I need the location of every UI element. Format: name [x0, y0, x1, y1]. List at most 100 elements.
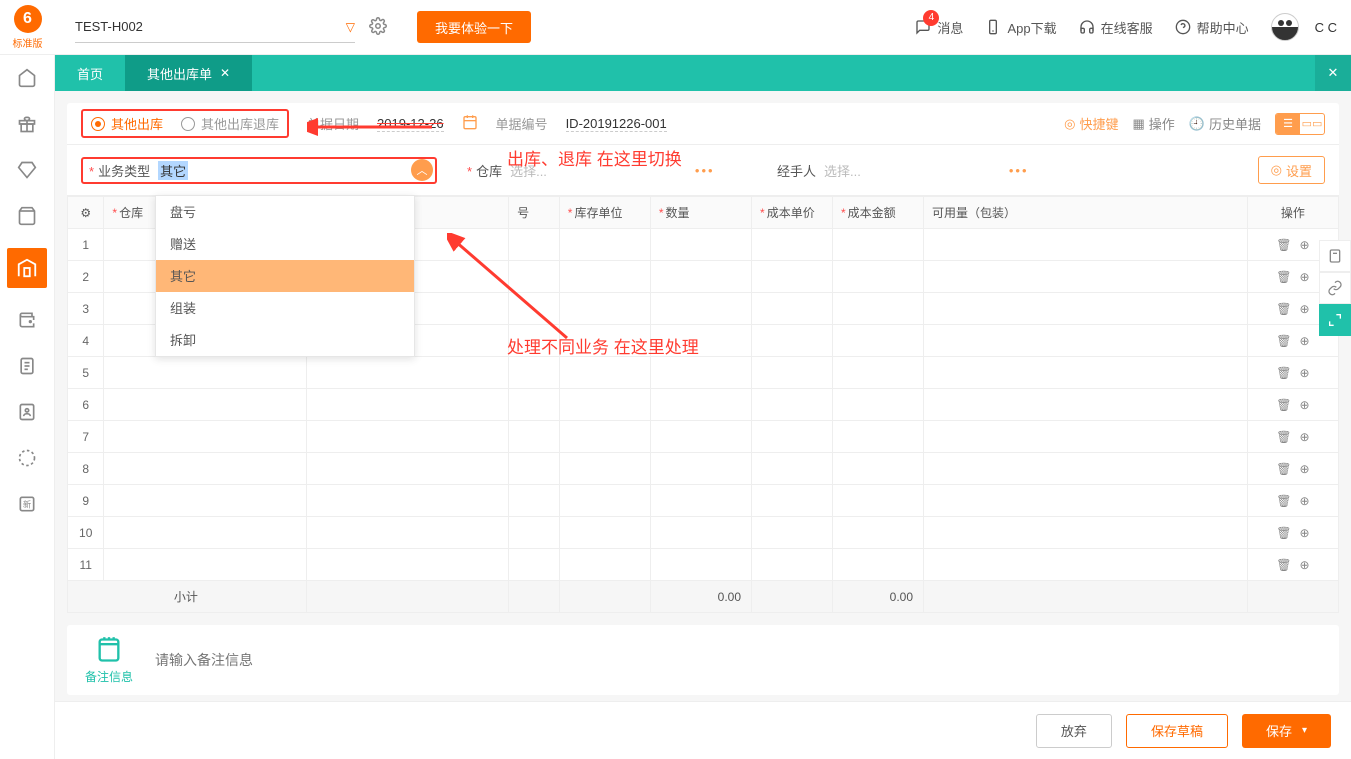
- table-row[interactable]: 10 🗑 ⊕: [68, 517, 1339, 549]
- row-number: 10: [68, 517, 104, 549]
- more-icon[interactable]: •••: [1009, 163, 1029, 178]
- svg-text:新: 新: [23, 499, 31, 509]
- brand-glyph: 6: [14, 5, 42, 33]
- new-icon[interactable]: 新: [16, 493, 38, 515]
- close-all-tabs[interactable]: ✕: [1315, 55, 1351, 91]
- add-row-icon[interactable]: ⊕: [1300, 270, 1310, 284]
- warehouse-icon[interactable]: [7, 248, 47, 288]
- delete-icon[interactable]: 🗑: [1276, 366, 1291, 380]
- radio-outbound[interactable]: 其他出库: [91, 114, 163, 133]
- messages-label: 消息: [937, 18, 963, 37]
- doc-no-value: ID-20191226-001: [566, 116, 667, 132]
- tenant-selector[interactable]: TEST-H002 ▽: [75, 11, 355, 43]
- dropdown-item[interactable]: 组装: [156, 292, 414, 324]
- add-row-icon[interactable]: ⊕: [1300, 462, 1310, 476]
- add-row-icon[interactable]: ⊕: [1300, 302, 1310, 316]
- delete-icon[interactable]: 🗑: [1276, 558, 1291, 572]
- subtotal-label: 小计: [68, 581, 307, 613]
- calendar-icon[interactable]: [462, 114, 478, 133]
- more-icon[interactable]: •••: [695, 163, 715, 178]
- table-row[interactable]: 7🗑⊕: [68, 421, 1339, 453]
- right-float-tools: [1319, 240, 1351, 336]
- footer-actions: 放弃 保存草稿 保存▾: [55, 701, 1351, 759]
- biz-type-value[interactable]: 其它: [158, 161, 188, 180]
- table-row[interactable]: 6🗑⊕: [68, 389, 1339, 421]
- discard-button[interactable]: 放弃: [1036, 714, 1112, 748]
- delete-icon[interactable]: 🗑: [1276, 430, 1291, 444]
- delete-icon[interactable]: 🗑: [1276, 398, 1291, 412]
- experience-button[interactable]: 我要体验一下: [417, 11, 531, 43]
- add-row-icon[interactable]: ⊕: [1300, 526, 1310, 540]
- online-service-link[interactable]: 在线客服: [1079, 18, 1153, 37]
- note-icon[interactable]: [1319, 240, 1351, 272]
- biz-type-filter: 业务类型 其它 ︿ 盘亏 赠送 其它 组装 拆卸: [81, 157, 437, 184]
- close-icon[interactable]: ✕: [220, 66, 230, 80]
- cycle-icon[interactable]: [16, 447, 38, 469]
- delete-icon[interactable]: 🗑: [1276, 494, 1291, 508]
- table-row[interactable]: 9🗑⊕: [68, 485, 1339, 517]
- row-actions: 🗑⊕: [1247, 453, 1338, 485]
- add-row-icon[interactable]: ⊕: [1300, 366, 1310, 380]
- gift-icon[interactable]: [16, 113, 38, 135]
- handler-filter[interactable]: 经手人 选择... •••: [777, 161, 1057, 180]
- table-row[interactable]: 11 🗑 ⊕: [68, 549, 1339, 581]
- tab-home[interactable]: 首页: [55, 55, 125, 91]
- doc-date-value[interactable]: 2019-12-26: [377, 116, 444, 132]
- header-actions: ◎ 快捷键 ▦ 操作 🕘 历史单据 ☰ ▭▭: [1064, 113, 1325, 135]
- dropdown-item[interactable]: 盘亏: [156, 196, 414, 228]
- tab-active-label: 其他出库单: [147, 64, 212, 83]
- shortcut-link[interactable]: ◎ 快捷键: [1064, 114, 1118, 133]
- delete-icon[interactable]: 🗑: [1276, 302, 1291, 316]
- dropdown-item[interactable]: 拆卸: [156, 324, 414, 356]
- help-center-label: 帮助中心: [1197, 18, 1249, 37]
- add-row-icon[interactable]: ⊕: [1300, 238, 1310, 252]
- settings-icon[interactable]: [369, 17, 387, 38]
- operate-link[interactable]: ▦ 操作: [1132, 114, 1174, 133]
- doc-type-radios: 其他出库 其他出库退库: [81, 109, 289, 138]
- delete-icon[interactable]: 🗑: [1276, 238, 1291, 252]
- money-icon[interactable]: [16, 309, 38, 331]
- table-row[interactable]: 8🗑⊕: [68, 453, 1339, 485]
- expand-icon[interactable]: [1319, 304, 1351, 336]
- radio-return[interactable]: 其他出库退库: [181, 114, 279, 133]
- row-actions: 🗑⊕: [1247, 389, 1338, 421]
- row-number: 11: [68, 549, 104, 581]
- messages-link[interactable]: 4 消息: [915, 18, 963, 37]
- delete-icon[interactable]: 🗑: [1276, 526, 1291, 540]
- column-settings-icon[interactable]: ⚙: [68, 197, 104, 229]
- add-row-icon[interactable]: ⊕: [1300, 430, 1310, 444]
- doc-no-label: 单据编号: [496, 114, 548, 133]
- view-switch[interactable]: ☰ ▭▭: [1275, 113, 1325, 135]
- save-button[interactable]: 保存▾: [1242, 714, 1331, 748]
- dropdown-item-selected[interactable]: 其它: [156, 260, 414, 292]
- contact-icon[interactable]: [16, 401, 38, 423]
- add-row-icon[interactable]: ⊕: [1300, 558, 1310, 572]
- app-download-link[interactable]: App下载: [985, 18, 1056, 37]
- add-row-icon[interactable]: ⊕: [1300, 494, 1310, 508]
- tab-other-outbound[interactable]: 其他出库单 ✕: [125, 55, 252, 91]
- chevron-up-icon[interactable]: ︿: [411, 159, 433, 181]
- add-row-icon[interactable]: ⊕: [1300, 334, 1310, 348]
- bag-icon[interactable]: [16, 205, 38, 227]
- delete-icon[interactable]: 🗑: [1276, 270, 1291, 284]
- clipboard-icon[interactable]: [16, 355, 38, 377]
- add-row-icon[interactable]: ⊕: [1300, 398, 1310, 412]
- link-icon[interactable]: [1319, 272, 1351, 304]
- diamond-icon[interactable]: [16, 159, 38, 181]
- history-link[interactable]: 🕘 历史单据: [1189, 114, 1261, 133]
- dropdown-item[interactable]: 赠送: [156, 228, 414, 260]
- warehouse-filter[interactable]: 仓库 选择... •••: [467, 161, 747, 180]
- save-draft-button[interactable]: 保存草稿: [1126, 714, 1228, 748]
- delete-icon[interactable]: 🗑: [1276, 462, 1291, 476]
- settings-button[interactable]: ◎ 设置: [1258, 156, 1325, 184]
- tenant-name: TEST-H002: [75, 19, 143, 34]
- col-number-suffix: 号: [509, 197, 560, 229]
- table-row[interactable]: 5🗑⊕: [68, 357, 1339, 389]
- app-download-label: App下载: [1007, 18, 1056, 37]
- home-icon[interactable]: [16, 67, 38, 89]
- user-menu[interactable]: C C: [1271, 13, 1337, 41]
- help-center-link[interactable]: 帮助中心: [1175, 18, 1249, 37]
- remark-input[interactable]: [155, 642, 1321, 678]
- warehouse-label: 仓库: [467, 161, 502, 180]
- delete-icon[interactable]: 🗑: [1276, 334, 1291, 348]
